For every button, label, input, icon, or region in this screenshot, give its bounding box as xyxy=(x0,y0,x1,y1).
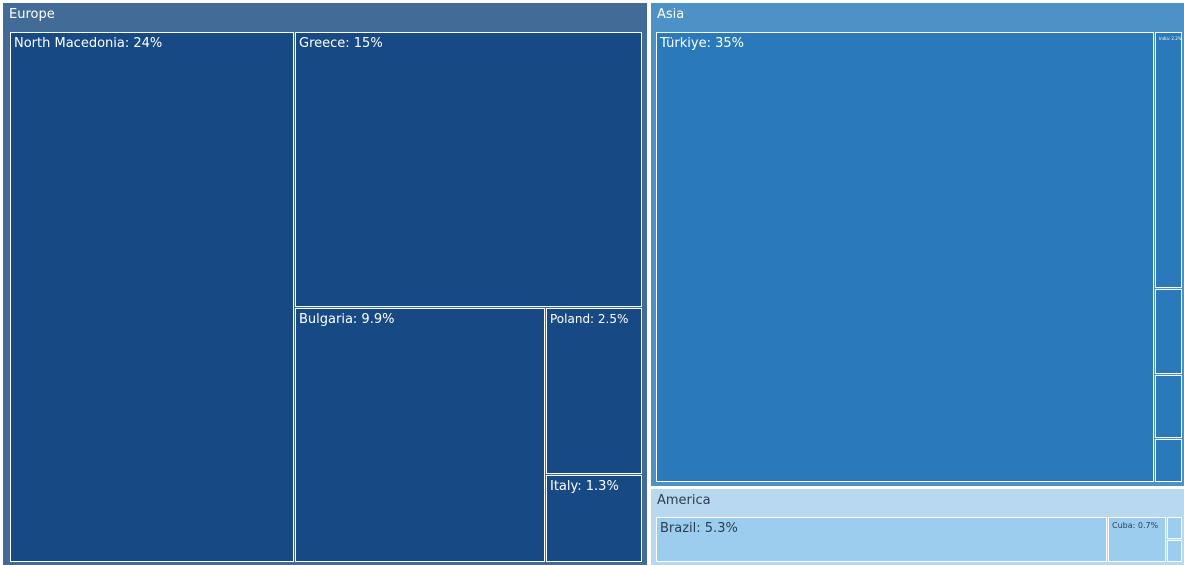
cell-america-small-2[interactable] xyxy=(1167,540,1182,562)
cell-label-north-macedonia: North Macedonia: 24% xyxy=(14,36,163,51)
cell-label-turkiye: Türkiye: 35% xyxy=(660,36,744,51)
group-label-america: America xyxy=(657,493,711,508)
cell-bulgaria[interactable]: Bulgaria: 9.9% xyxy=(295,308,545,562)
cell-italy[interactable]: Italy: 1.3% xyxy=(546,475,642,562)
cell-label-cuba: Cuba: 0.7% xyxy=(1112,521,1159,530)
cell-greece[interactable]: Greece: 15% xyxy=(295,32,642,307)
cell-label-bulgaria: Bulgaria: 9.9% xyxy=(299,312,395,327)
treemap-chart: Europe North Macedonia: 24% Greece: 15% Bul… xyxy=(0,0,1184,565)
cell-cuba[interactable]: Cuba: 0.7% xyxy=(1108,517,1166,562)
cell-north-macedonia[interactable]: North Macedonia: 24% xyxy=(10,32,294,562)
cell-label-italy: Italy: 1.3% xyxy=(550,479,619,494)
cell-label-poland: Poland: 2.5% xyxy=(550,312,629,326)
cell-brazil[interactable]: Brazil: 5.3% xyxy=(656,517,1107,562)
cell-asia-small-2[interactable] xyxy=(1155,289,1182,374)
cell-label-greece: Greece: 15% xyxy=(299,36,383,51)
cell-america-small-1[interactable] xyxy=(1167,517,1182,539)
group-label-europe: Europe xyxy=(9,7,55,22)
cell-poland[interactable]: Poland: 2.5% xyxy=(546,308,642,474)
cell-asia-small-3[interactable] xyxy=(1155,375,1182,438)
cell-label-asia-small-1: India: 2.2% xyxy=(1159,36,1182,41)
cell-asia-small-1[interactable]: India: 2.2% xyxy=(1155,32,1182,288)
cell-turkiye[interactable]: Türkiye: 35% xyxy=(656,32,1154,482)
group-label-asia: Asia xyxy=(657,7,685,22)
cell-label-brazil: Brazil: 5.3% xyxy=(660,521,738,536)
cell-asia-small-4[interactable] xyxy=(1155,439,1182,482)
